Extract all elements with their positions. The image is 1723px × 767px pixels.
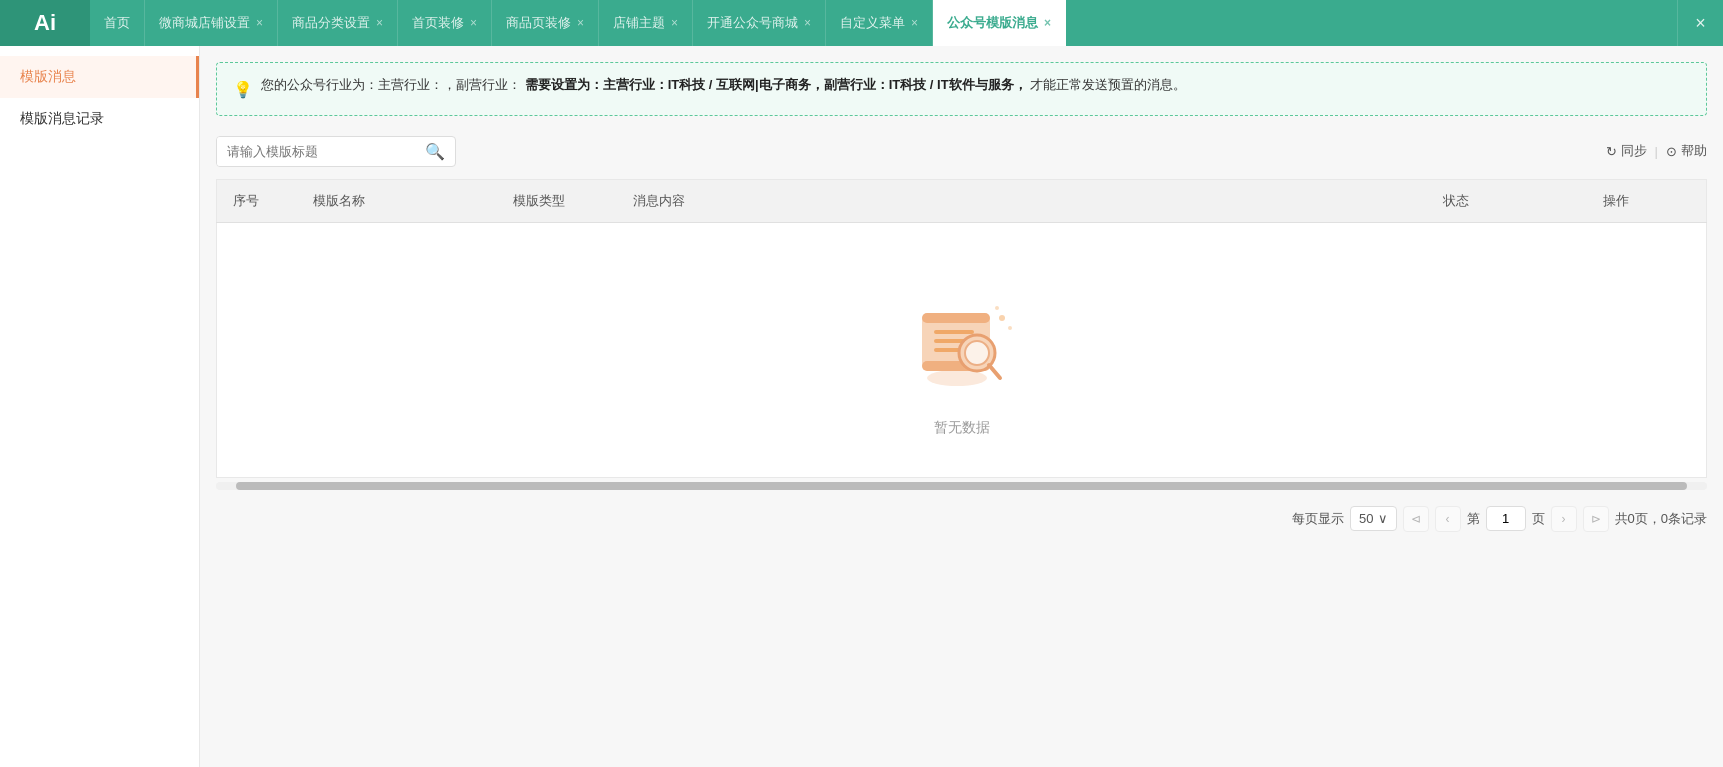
divider: | xyxy=(1655,144,1658,159)
total-label: 共0页，0条记录 xyxy=(1615,510,1707,528)
search-input[interactable] xyxy=(217,137,415,166)
per-page-label: 每页显示 xyxy=(1292,510,1344,528)
nav-tab-home[interactable]: 首页 xyxy=(90,0,145,46)
scrollbar-thumb[interactable] xyxy=(236,482,1687,490)
top-navigation: Ai 首页 微商城店铺设置 × 商品分类设置 × 首页装修 × 商品页装修 × … xyxy=(0,0,1723,46)
close-tab-3[interactable]: × xyxy=(470,16,477,30)
content-area: 💡 您的公众号行业为：主营行业：，副营行业： 需要设置为：主营行业：IT科技 /… xyxy=(200,46,1723,767)
search-button[interactable]: 🔍 xyxy=(415,142,455,161)
search-icon: 🔍 xyxy=(425,143,445,160)
horizontal-scrollbar[interactable] xyxy=(216,482,1707,490)
svg-rect-4 xyxy=(934,330,974,334)
empty-text: 暂无数据 xyxy=(934,419,990,437)
page-label-pre: 第 xyxy=(1467,510,1480,528)
close-tab-6[interactable]: × xyxy=(804,16,811,30)
svg-point-8 xyxy=(965,341,989,365)
main-layout: 模版消息 模版消息记录 💡 您的公众号行业为：主营行业：，副营行业： 需要设置为… xyxy=(0,46,1723,767)
close-tab-7[interactable]: × xyxy=(911,16,918,30)
nav-tab-open-mall[interactable]: 开通公众号商城 × xyxy=(693,0,826,46)
col-header-status: 状态 xyxy=(1427,179,1587,222)
close-tab-1[interactable]: × xyxy=(256,16,263,30)
search-input-wrap: 🔍 xyxy=(216,136,456,167)
sidebar-item-template-msg[interactable]: 模版消息 xyxy=(0,56,199,98)
per-page-select[interactable]: 50 ∨ xyxy=(1350,506,1396,531)
notice-banner: 💡 您的公众号行业为：主营行业：，副营行业： 需要设置为：主营行业：IT科技 /… xyxy=(216,62,1707,116)
svg-rect-2 xyxy=(922,313,990,323)
sync-button[interactable]: ↻ 同步 xyxy=(1606,142,1647,160)
col-header-name: 模版名称 xyxy=(297,179,497,222)
close-tab-8[interactable]: × xyxy=(1044,16,1051,30)
pagination: 每页显示 50 ∨ ⊲ ‹ 第 页 › ⊳ 共0页，0条记录 xyxy=(216,494,1707,536)
nav-tab-custom-menu[interactable]: 自定义菜单 × xyxy=(826,0,933,46)
close-tab-5[interactable]: × xyxy=(671,16,678,30)
last-page-button[interactable]: ⊳ xyxy=(1583,506,1609,532)
close-tab-2[interactable]: × xyxy=(376,16,383,30)
col-header-content: 消息内容 xyxy=(617,179,1427,222)
next-page-button[interactable]: › xyxy=(1551,506,1577,532)
close-tab-4[interactable]: × xyxy=(577,16,584,30)
empty-state: 暂无数据 xyxy=(217,223,1706,477)
col-header-index: 序号 xyxy=(217,179,297,222)
sync-icon: ↻ xyxy=(1606,144,1617,159)
empty-illustration xyxy=(902,283,1022,403)
dropdown-icon: ∨ xyxy=(1378,511,1388,526)
col-header-type: 模版类型 xyxy=(497,179,617,222)
data-table: 序号 模版名称 模版类型 消息内容 状态 操作 xyxy=(216,179,1707,478)
logo: Ai xyxy=(0,0,90,46)
help-icon: ⊙ xyxy=(1666,144,1677,159)
page-label-post: 页 xyxy=(1532,510,1545,528)
col-header-action: 操作 xyxy=(1587,179,1707,222)
nav-tab-product-decor[interactable]: 商品页装修 × xyxy=(492,0,599,46)
help-button[interactable]: ⊙ 帮助 xyxy=(1666,142,1707,160)
nav-tabs: 首页 微商城店铺设置 × 商品分类设置 × 首页装修 × 商品页装修 × 店铺主… xyxy=(90,0,1677,46)
nav-tab-theme[interactable]: 店铺主题 × xyxy=(599,0,693,46)
nav-tab-category[interactable]: 商品分类设置 × xyxy=(278,0,398,46)
sidebar: 模版消息 模版消息记录 xyxy=(0,46,200,767)
page-number-input[interactable] xyxy=(1486,506,1526,531)
search-bar: 🔍 ↻ 同步 | ⊙ 帮助 xyxy=(216,136,1707,167)
nav-tab-template-msg[interactable]: 公众号模版消息 × xyxy=(933,0,1066,46)
first-page-button[interactable]: ⊲ xyxy=(1403,506,1429,532)
svg-point-11 xyxy=(1008,326,1012,330)
nav-tab-shop-settings[interactable]: 微商城店铺设置 × xyxy=(145,0,278,46)
svg-point-10 xyxy=(999,315,1005,321)
svg-point-12 xyxy=(995,306,999,310)
svg-line-9 xyxy=(989,365,1000,378)
close-all-tabs-button[interactable]: × xyxy=(1677,0,1723,46)
sidebar-item-template-msg-records[interactable]: 模版消息记录 xyxy=(0,98,199,140)
bulb-icon: 💡 xyxy=(233,77,253,103)
toolbar-right: ↻ 同步 | ⊙ 帮助 xyxy=(1606,142,1707,160)
nav-tab-homepage-decor[interactable]: 首页装修 × xyxy=(398,0,492,46)
prev-page-button[interactable]: ‹ xyxy=(1435,506,1461,532)
